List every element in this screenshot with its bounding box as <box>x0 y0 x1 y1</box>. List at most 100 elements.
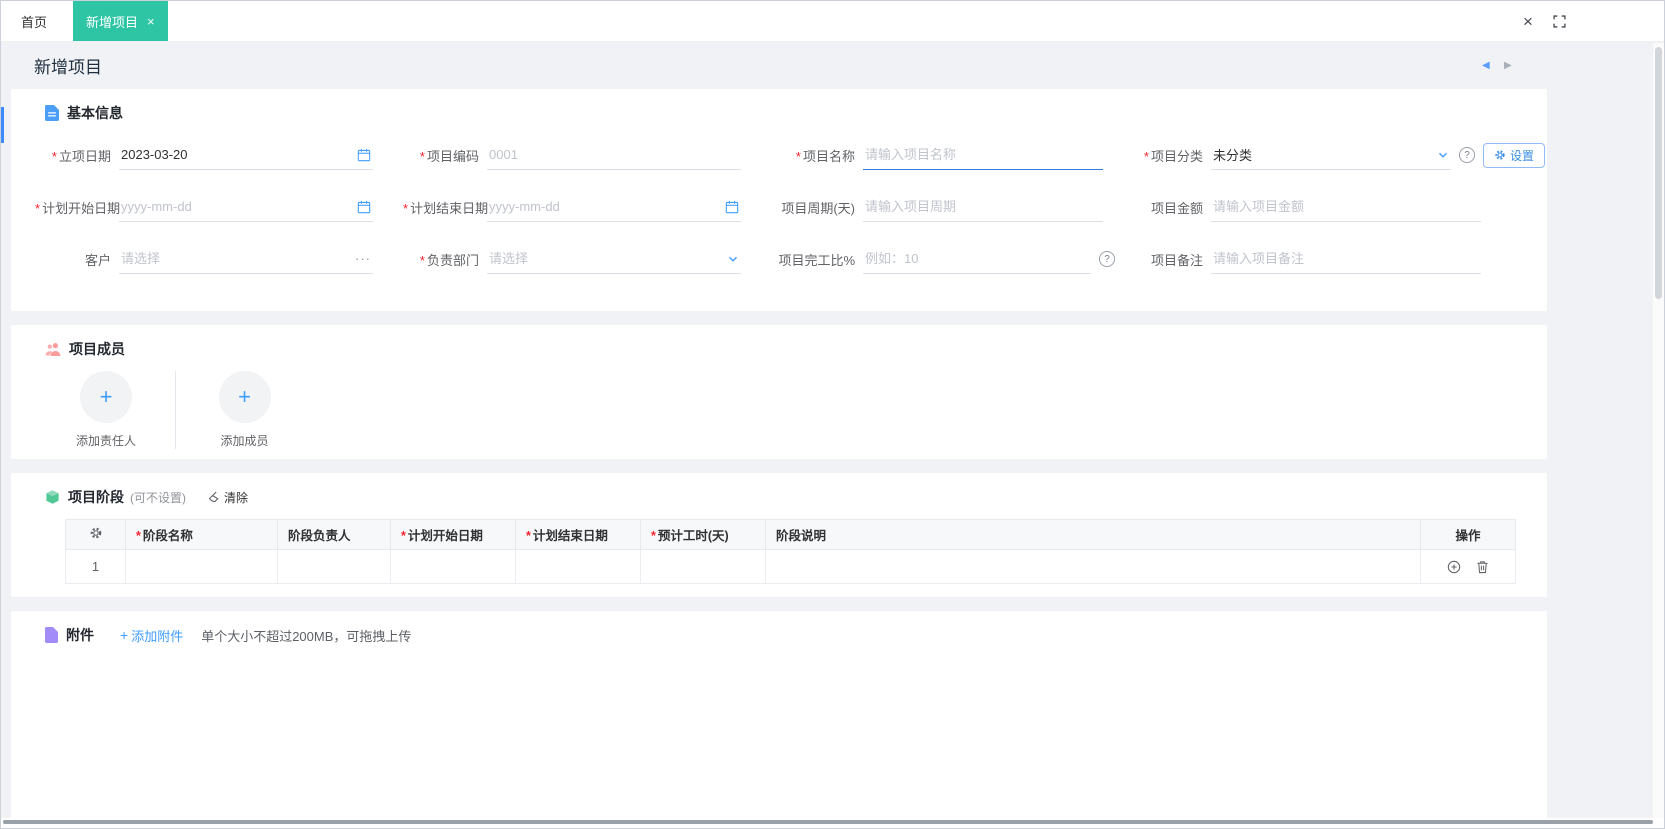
required-marker: * <box>419 252 425 268</box>
completion-input[interactable] <box>865 251 1089 266</box>
section-project-phases: 项目阶段 (可不设置) 清除 * 阶段名称 阶段负责人 * 计划开始日期 * 计划结束… <box>11 473 1547 597</box>
required-marker: * <box>401 529 406 543</box>
plus-icon[interactable]: + <box>218 371 271 423</box>
plan-start-input[interactable] <box>121 199 353 214</box>
project-period-input[interactable] <box>865 199 1101 214</box>
field-label: 计划开始日期 <box>42 200 121 216</box>
delete-phase-row-icon[interactable] <box>1476 560 1489 574</box>
required-marker: * <box>136 529 141 543</box>
tab-home[interactable]: 首页 <box>1 1 67 41</box>
plan-end-control <box>487 192 741 222</box>
field-project-name: * 项目名称 <box>771 129 1139 181</box>
project-period-control <box>863 192 1103 222</box>
horizontal-scrollbar-thumb[interactable] <box>3 820 1653 824</box>
add-attachment-button[interactable]: + 添加附件 <box>120 626 183 645</box>
cube-icon <box>45 489 60 505</box>
member-add-group: + 添加责任人 + 添加成员 <box>37 371 1523 449</box>
chevron-down-icon[interactable] <box>727 253 739 265</box>
phase-plan-start-cell <box>390 549 516 584</box>
plus-icon[interactable]: + <box>80 371 132 423</box>
field-label: 项目金额 <box>1150 200 1203 216</box>
required-marker: * <box>35 200 41 216</box>
nav-next-icon[interactable]: ▶ <box>1504 42 1512 89</box>
field-project-period: 项目周期(天) <box>771 181 1139 233</box>
close-icon[interactable]: × <box>1523 1 1533 42</box>
section-title: 附件 <box>66 627 94 643</box>
col-header-phase-desc: 阶段说明 <box>765 519 1421 550</box>
project-remark-input[interactable] <box>1213 251 1480 266</box>
clear-icon <box>208 491 219 503</box>
plan-end-input[interactable] <box>489 199 721 214</box>
start-date-input[interactable] <box>121 147 353 162</box>
field-label: 计划结束日期 <box>410 200 489 216</box>
calendar-icon[interactable] <box>357 200 371 214</box>
phase-hours-input[interactable] <box>641 550 765 583</box>
project-category-value[interactable] <box>1213 147 1433 162</box>
field-plan-end: * 计划结束日期 <box>403 181 771 233</box>
phase-desc-cell <box>765 549 1421 584</box>
department-input[interactable] <box>489 251 723 266</box>
field-label: 负责部门 <box>426 252 479 268</box>
phase-name-input[interactable] <box>126 550 277 583</box>
gear-icon <box>1495 150 1505 160</box>
calendar-icon[interactable] <box>357 148 371 162</box>
customer-picker[interactable]: ··· <box>119 244 373 274</box>
tab-new-project[interactable]: 新增项目 × <box>73 1 168 41</box>
project-category-select[interactable] <box>1211 140 1451 170</box>
field-label: 项目完工比% <box>778 252 855 268</box>
category-settings-button[interactable]: 设置 <box>1483 142 1546 168</box>
clear-phases-button[interactable]: 清除 <box>208 489 248 506</box>
add-phase-row-icon[interactable] <box>1447 560 1461 574</box>
section-basic-info: 基本信息 *立项日期 *项目编码 *项目名称 * 项目分类 <box>11 89 1547 311</box>
field-label: 项目分类 <box>1150 148 1203 164</box>
file-icon <box>45 627 58 643</box>
tab-close-icon[interactable]: × <box>147 15 155 28</box>
field-project-amount: 项目金额 <box>1139 181 1533 233</box>
basic-info-header: 基本信息 <box>45 103 1523 123</box>
col-header-plan-end: * 计划结束日期 <box>515 519 641 550</box>
phases-header: 项目阶段 (可不设置) 清除 <box>45 487 1523 507</box>
project-amount-input[interactable] <box>1213 199 1480 214</box>
add-owner-button[interactable]: + 添加责任人 <box>37 371 175 449</box>
phase-owner-input[interactable] <box>278 550 390 583</box>
chevron-down-icon[interactable] <box>1437 149 1449 161</box>
add-member-button[interactable]: + 添加成员 <box>175 371 313 449</box>
help-icon[interactable]: ? <box>1459 147 1475 163</box>
calendar-icon[interactable] <box>725 200 739 214</box>
fullscreen-icon[interactable] <box>1553 1 1566 42</box>
page-title: 新增项目 <box>34 58 102 77</box>
phase-row-index: 1 <box>65 549 126 584</box>
department-select[interactable] <box>487 244 741 274</box>
project-name-input[interactable] <box>865 147 1101 162</box>
project-code-input[interactable] <box>489 147 739 162</box>
tab-home-label: 首页 <box>21 14 48 30</box>
horizontal-scrollbar-track[interactable] <box>1 818 1664 828</box>
field-project-code: * 项目编码 <box>403 129 771 181</box>
tab-bar: 首页 新增项目 × × <box>1 1 1664 42</box>
start-date-control <box>119 140 373 170</box>
table-settings-header[interactable] <box>65 519 126 550</box>
project-remark-control <box>1211 244 1482 274</box>
phase-row: 1 <box>65 549 1516 584</box>
field-label: 项目备注 <box>1150 252 1203 268</box>
phases-table: * 阶段名称 阶段负责人 * 计划开始日期 * 计划结束日期 * 预计工时(天) 阶段说… <box>65 519 1516 584</box>
more-icon[interactable]: ··· <box>355 251 371 266</box>
project-name-control <box>863 140 1103 170</box>
phase-desc-input[interactable] <box>766 550 1420 583</box>
section-project-members: 项目成员 + 添加责任人 + 添加成员 <box>11 325 1547 459</box>
project-amount-control <box>1211 192 1482 222</box>
section-title: 项目成员 <box>69 341 125 357</box>
vertical-scrollbar-thumb[interactable] <box>1655 47 1662 299</box>
field-project-category: *项目分类 ? 设置 <box>1139 129 1546 181</box>
nav-prev-icon[interactable]: ◀ <box>1482 42 1490 89</box>
help-icon[interactable]: ? <box>1099 251 1115 267</box>
phase-plan-start-input[interactable] <box>391 550 515 583</box>
phase-plan-end-input[interactable] <box>516 550 640 583</box>
field-completion-ratio: 项目完工比% ? <box>771 233 1139 285</box>
field-start-date: * 立项日期 <box>35 129 403 181</box>
document-icon <box>45 105 59 121</box>
required-marker: * <box>419 148 425 164</box>
required-marker: * <box>651 529 656 543</box>
customer-input[interactable] <box>121 251 355 266</box>
field-plan-start: * 计划开始日期 <box>35 181 403 233</box>
